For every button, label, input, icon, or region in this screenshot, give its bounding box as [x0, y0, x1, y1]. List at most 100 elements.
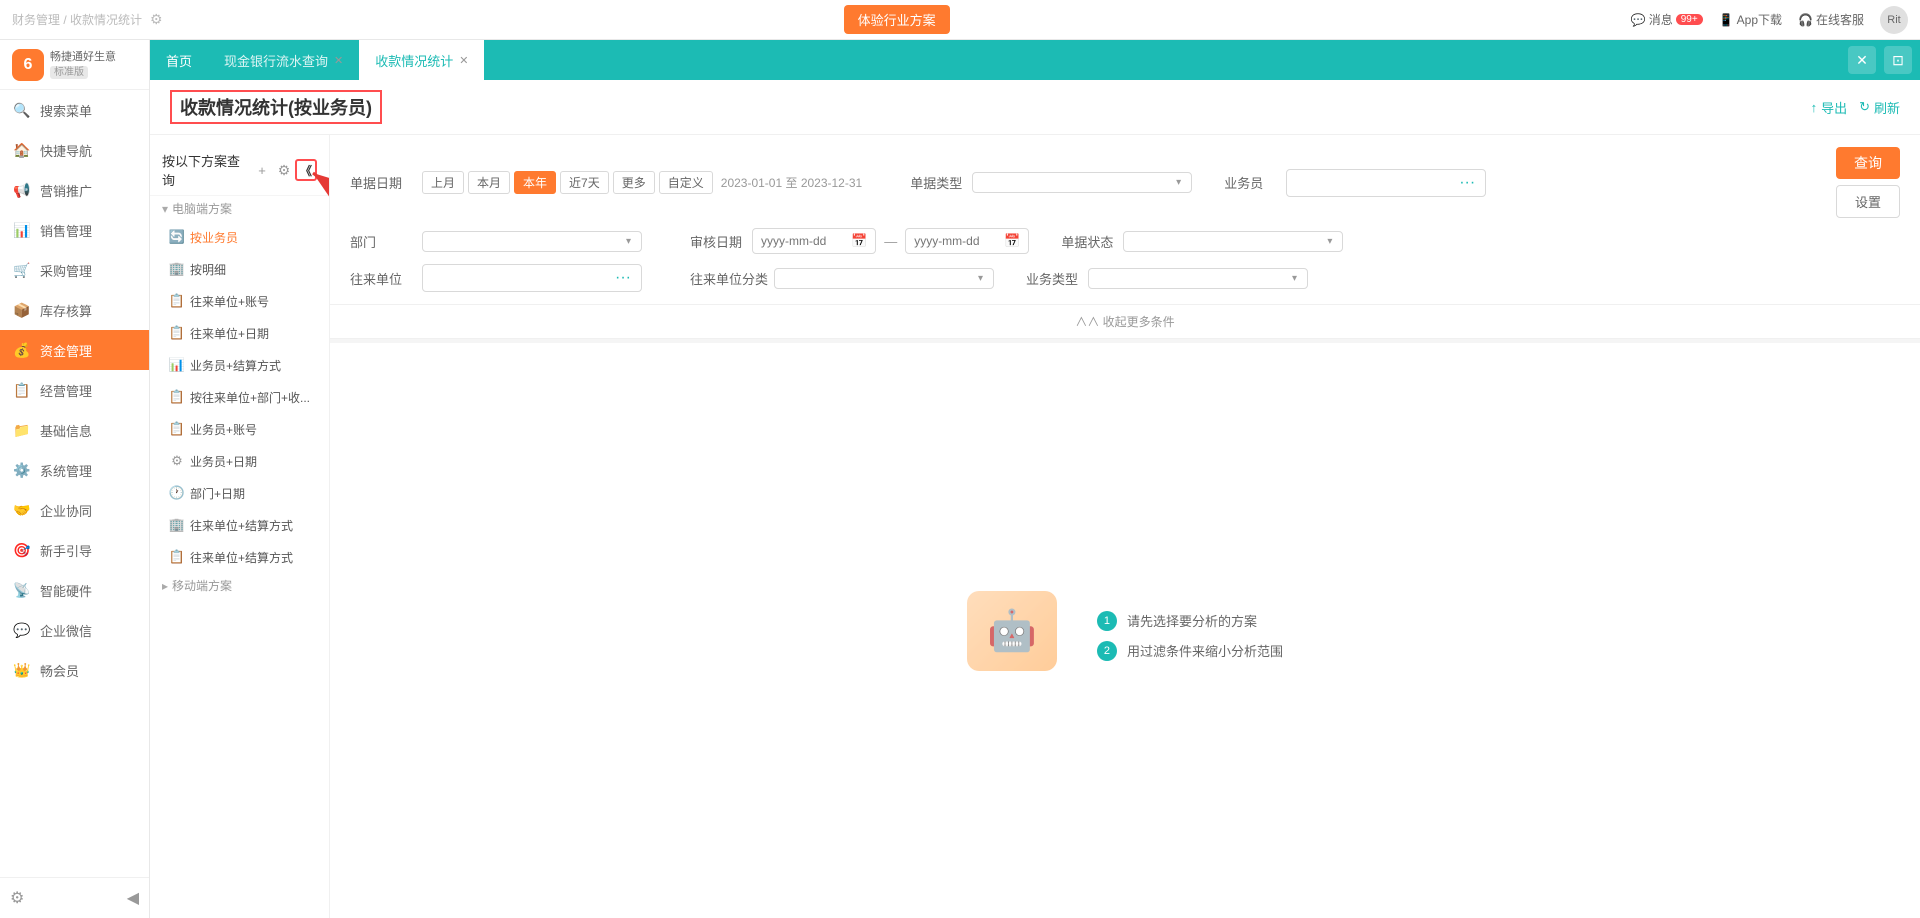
partner-more-icon[interactable]: ··· — [615, 269, 631, 287]
export-icon: ↑ — [1811, 100, 1818, 115]
audit-date-to-input[interactable] — [914, 234, 1004, 248]
salesman-settle-icon: 📊 — [168, 356, 186, 374]
date-last-7days-btn[interactable]: 近7天 — [560, 171, 609, 194]
online-service-btn[interactable]: 🎧 在线客服 — [1798, 11, 1864, 28]
doc-type-label: 单据类型 — [910, 173, 966, 192]
empty-step-2: 2 用过滤条件来缩小分析范围 — [1097, 641, 1283, 661]
query-button[interactable]: 查询 — [1836, 147, 1900, 179]
tree-item-partner-account[interactable]: 📋 往来单位+账号 — [150, 285, 329, 317]
dept-select[interactable]: ▾ — [422, 231, 642, 252]
sidebar-item-inventory[interactable]: 📦 库存核算 — [0, 290, 149, 330]
sidebar-item-operation[interactable]: 📋 经营管理 — [0, 370, 149, 410]
partner-input-group: ··· — [422, 264, 642, 292]
partner-input[interactable] — [433, 271, 615, 285]
sidebar-item-corp-collab[interactable]: 🤝 企业协同 — [0, 490, 149, 530]
tree-item-salesman-settle[interactable]: 📊 业务员+结算方式 — [150, 349, 329, 381]
salesman-input-group: ··· — [1286, 169, 1486, 197]
add-scheme-icon[interactable]: + — [251, 159, 273, 181]
operation-icon: 📋 — [12, 380, 32, 400]
sidebar-item-corp-wechat[interactable]: 💬 企业微信 — [0, 610, 149, 650]
date-last-month-btn[interactable]: 上月 — [422, 171, 464, 194]
audit-date-from[interactable]: 📅 — [752, 228, 876, 254]
gear-icon[interactable]: ⚙ — [150, 11, 163, 28]
system-icon: ⚙️ — [12, 460, 32, 480]
filter-action-btns: 查询 设置 — [1836, 147, 1900, 218]
member-icon: 👑 — [12, 660, 32, 680]
messages-btn[interactable]: 💬 消息 99+ — [1631, 11, 1703, 28]
empty-robot-icon: 🤖 — [967, 591, 1057, 671]
tree-item-salesman-account[interactable]: 📋 业务员+账号 — [150, 413, 329, 445]
mobile-section[interactable]: ▸ 移动端方案 — [150, 573, 329, 598]
page-actions: ↑ 导出 ↻ 刷新 — [1811, 98, 1900, 117]
sidebar-item-purchase[interactable]: 🛒 采购管理 — [0, 250, 149, 290]
logo-text: 畅捷通好生意 标准版 — [50, 50, 116, 80]
tree-item-by-salesman[interactable]: 🔄 按业务员 — [150, 221, 329, 253]
tab-collect-stat[interactable]: 收款情况统计 ✕ — [359, 40, 484, 80]
doc-type-select[interactable]: ▾ — [972, 172, 1192, 193]
export-button[interactable]: ↑ 导出 — [1811, 98, 1848, 117]
partner-settle2-icon: 📋 — [168, 548, 186, 566]
partner-category-label: 往来单位分类 — [690, 269, 768, 288]
sidebar-item-smart-hw[interactable]: 📡 智能硬件 — [0, 570, 149, 610]
user-avatar[interactable]: Rit — [1880, 6, 1908, 34]
date-more-btn[interactable]: 更多 — [613, 171, 655, 194]
sidebar: 6 畅捷通好生意 标准版 🔍 搜索菜单 🏠 快捷导航 📢 营销推广 📊 — [0, 40, 150, 918]
refresh-button[interactable]: ↻ 刷新 — [1859, 98, 1900, 117]
sidebar-item-finance[interactable]: 💰 资金管理 — [0, 330, 149, 370]
sidebar-item-quick-nav[interactable]: 🏠 快捷导航 — [0, 130, 149, 170]
tree-item-partner-date[interactable]: 📋 往来单位+日期 — [150, 317, 329, 349]
salesman-input[interactable] — [1297, 176, 1455, 190]
sidebar-item-member[interactable]: 👑 畅会员 — [0, 650, 149, 690]
desktop-section[interactable]: ▾ 电脑端方案 — [150, 196, 329, 221]
date-custom-btn[interactable]: 自定义 — [659, 171, 713, 194]
tab-bank-flow[interactable]: 现金银行流水查询 ✕ — [208, 40, 359, 80]
smart-hw-icon: 📡 — [12, 580, 32, 600]
sidebar-item-basic-info[interactable]: 📁 基础信息 — [0, 410, 149, 450]
tab-expand-btn[interactable]: ⊡ — [1884, 46, 1912, 74]
audit-date-to[interactable]: 📅 — [905, 228, 1029, 254]
collapse-more-btn[interactable]: ∧∧ 收起更多条件 — [330, 305, 1920, 339]
tab-home[interactable]: 首页 — [150, 40, 208, 80]
sidebar-item-newbie[interactable]: 🎯 新手引导 — [0, 530, 149, 570]
date-this-year-btn[interactable]: 本年 — [514, 171, 556, 194]
sidebar-item-search-menu[interactable]: 🔍 搜索菜单 — [0, 90, 149, 130]
doc-status-select[interactable]: ▾ — [1123, 231, 1343, 252]
settings-button[interactable]: 设置 — [1836, 185, 1900, 218]
tree-item-partner-settle1[interactable]: 🏢 往来单位+结算方式 — [150, 509, 329, 541]
messages-badge: 99+ — [1676, 14, 1703, 25]
sidebar-item-marketing[interactable]: 📢 营销推广 — [0, 170, 149, 210]
date-this-month-btn[interactable]: 本月 — [468, 171, 510, 194]
tree-item-by-detail[interactable]: 🏢 按明细 — [150, 253, 329, 285]
sidebar-settings-icon[interactable]: ⚙ — [10, 888, 24, 908]
partner-dept-icon: 📋 — [168, 388, 186, 406]
tab-close-all-btn[interactable]: ✕ — [1848, 46, 1876, 74]
logo-icon: 6 — [12, 49, 44, 81]
tab-collect-stat-close[interactable]: ✕ — [459, 54, 468, 67]
calendar-to-icon: 📅 — [1004, 233, 1020, 249]
filter-row-1: 单据日期 上月 本月 本年 近7天 更多 自定义 2023-01-01 至 20… — [350, 147, 1900, 218]
audit-date-from-input[interactable] — [761, 234, 851, 248]
finance-icon: 💰 — [12, 340, 32, 360]
basic-info-icon: 📁 — [12, 420, 32, 440]
marketing-icon: 📢 — [12, 180, 32, 200]
salesman-more-icon[interactable]: ··· — [1459, 174, 1475, 192]
trial-button[interactable]: 体验行业方案 — [844, 5, 950, 34]
sidebar-item-system[interactable]: ⚙️ 系统管理 — [0, 450, 149, 490]
sidebar-item-sales[interactable]: 📊 销售管理 — [0, 210, 149, 250]
date-quick-btns: 上月 本月 本年 近7天 更多 自定义 2023-01-01 至 2023-12… — [422, 171, 862, 194]
tree-item-partner-settle2[interactable]: 📋 往来单位+结算方式 — [150, 541, 329, 573]
left-panel-collapse-icon[interactable]: 《 — [295, 159, 317, 181]
tree-item-partner-dept[interactable]: 📋 按往来单位+部门+收... — [150, 381, 329, 413]
biz-type-select[interactable]: ▾ — [1088, 268, 1308, 289]
sidebar-collapse-icon[interactable]: ◀ — [127, 888, 139, 908]
partner-category-select[interactable]: ▾ — [774, 268, 994, 289]
app-download-btn[interactable]: 📱 App下载 — [1719, 11, 1782, 28]
filter-panel: 单据日期 上月 本月 本年 近7天 更多 自定义 2023-01-01 至 20… — [330, 135, 1920, 305]
tab-bank-flow-close[interactable]: ✕ — [334, 54, 343, 67]
tree-item-dept-date[interactable]: 🕐 部门+日期 — [150, 477, 329, 509]
scheme-settings-icon[interactable]: ⚙ — [273, 159, 295, 181]
step-2-num: 2 — [1097, 641, 1117, 661]
filter-row-3: 往来单位 ··· 往来单位分类 ▾ — [350, 264, 1900, 292]
page-header: 收款情况统计(按业务员) ↑ 导出 ↻ 刷新 — [150, 80, 1920, 135]
tree-item-salesman-date[interactable]: ⚙ 业务员+日期 — [150, 445, 329, 477]
